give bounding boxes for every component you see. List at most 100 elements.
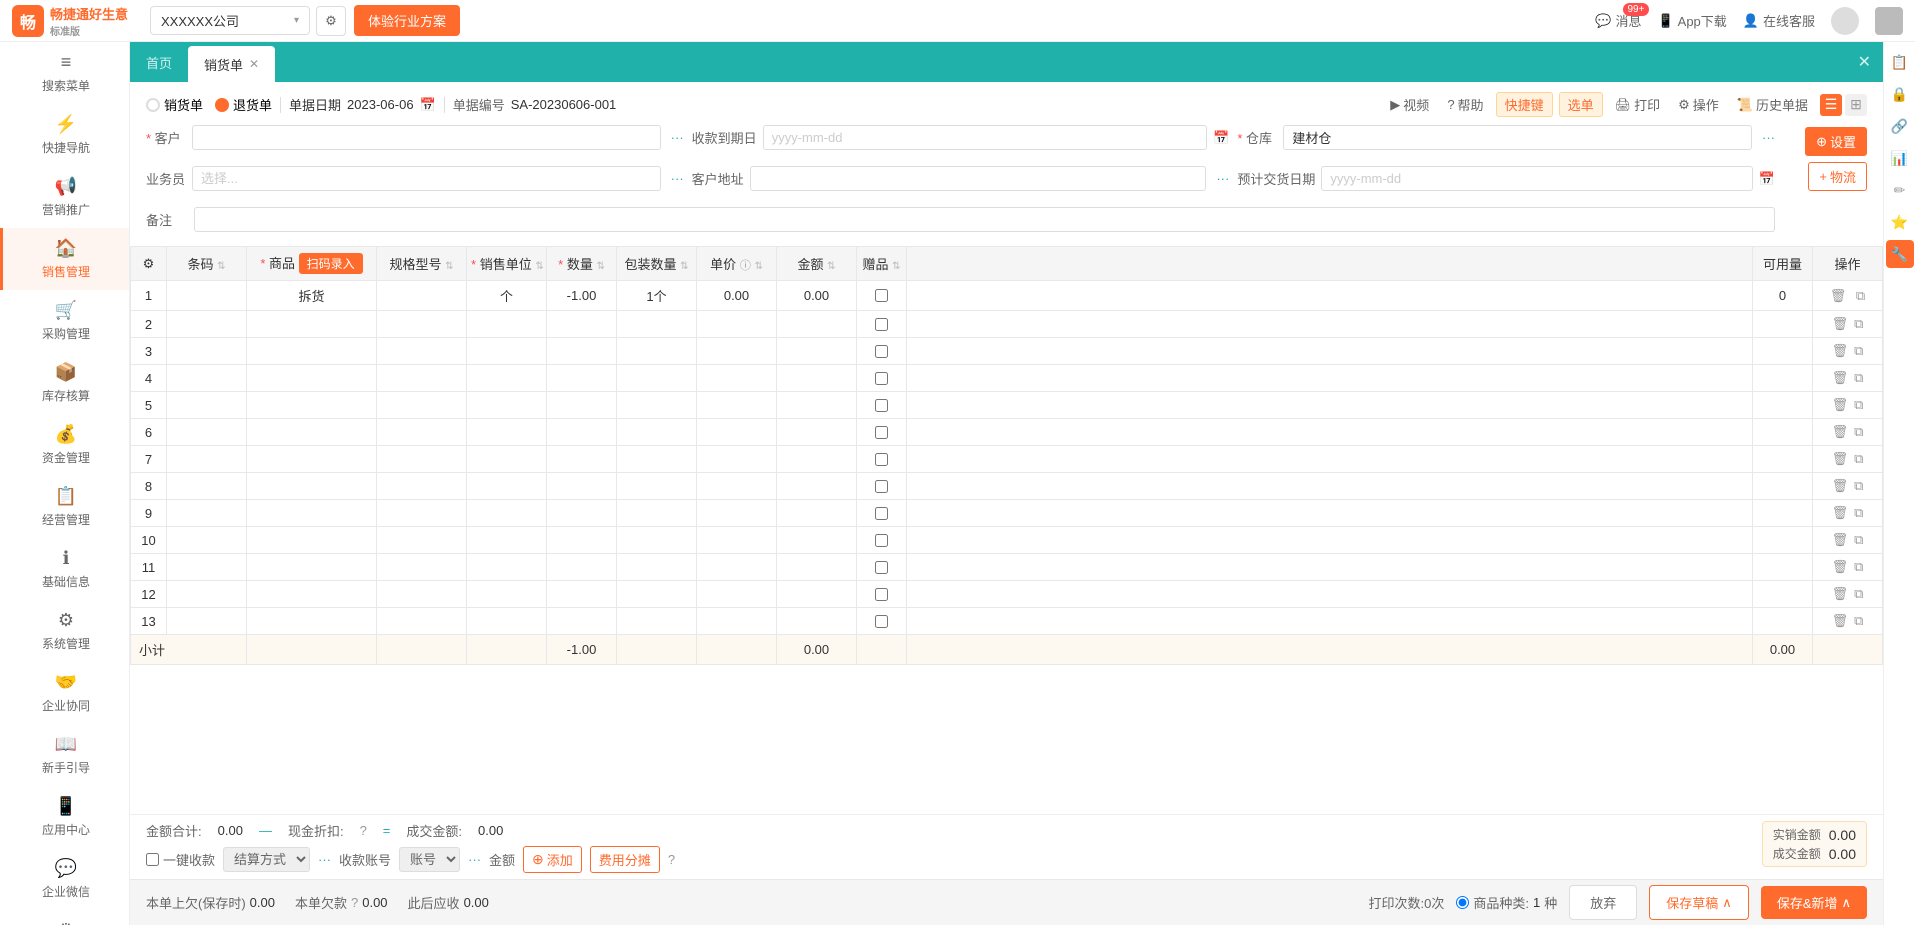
- sidebar-item-system[interactable]: ⚙ 系统管理: [0, 600, 129, 662]
- tab-home[interactable]: 首页: [130, 42, 188, 82]
- sidebar-item-finance[interactable]: 💰 资金管理: [0, 414, 129, 476]
- gift-checkbox[interactable]: [875, 534, 888, 547]
- tab-sales-order[interactable]: 销货单 ✕: [188, 46, 275, 82]
- expected-date-input[interactable]: [1321, 166, 1752, 191]
- gift-checkbox[interactable]: [875, 345, 888, 358]
- copy-icon[interactable]: ⧉: [1854, 478, 1863, 493]
- delete-icon[interactable]: 🗑: [1832, 559, 1849, 574]
- gift-checkbox[interactable]: [875, 399, 888, 412]
- sidebar-item-appstore[interactable]: 📱 应用中心: [0, 786, 129, 848]
- video-btn[interactable]: ▶ 视频: [1384, 92, 1435, 117]
- right-panel-icon-5[interactable]: ⭐: [1886, 208, 1914, 236]
- logistics-btn[interactable]: + 物流: [1808, 162, 1867, 191]
- radio-return[interactable]: 退货单: [215, 95, 272, 114]
- print-btn[interactable]: 🖨 打印: [1609, 92, 1667, 117]
- gift-checkbox[interactable]: [875, 426, 888, 439]
- copy-icon[interactable]: ⧉: [1854, 397, 1863, 412]
- one-click-pay-checkbox[interactable]: 一键收款: [146, 850, 215, 869]
- gift-checkbox[interactable]: [875, 480, 888, 493]
- account-dots[interactable]: ···: [468, 852, 481, 867]
- gift-checkbox[interactable]: [875, 615, 888, 628]
- gift-checkbox[interactable]: [875, 507, 888, 520]
- fee-split-btn[interactable]: 费用分摊: [590, 846, 660, 873]
- messages-btn[interactable]: 💬 消息 99+: [1595, 11, 1641, 30]
- sidebar-item-ops[interactable]: 📋 经营管理: [0, 476, 129, 538]
- fee-help-icon[interactable]: ?: [668, 852, 675, 867]
- settlement-dots[interactable]: ···: [318, 852, 331, 867]
- copy-icon[interactable]: ⧉: [1854, 586, 1863, 601]
- warehouse-input[interactable]: [1283, 125, 1752, 150]
- app-download-btn[interactable]: 📱 App下载: [1657, 11, 1726, 30]
- right-panel-icon-4[interactable]: ✏: [1886, 176, 1914, 204]
- save-new-button[interactable]: 保存&新增 ∧: [1761, 886, 1867, 919]
- right-panel-icon-2[interactable]: 🔗: [1886, 112, 1914, 140]
- salesperson-input[interactable]: [192, 166, 661, 191]
- grid-view-btn[interactable]: ⊞: [1845, 94, 1867, 116]
- copy-icon[interactable]: ⧉: [1854, 505, 1863, 520]
- expected-calendar-icon[interactable]: 📅: [1759, 171, 1775, 187]
- scan-btn[interactable]: 扫码录入: [299, 253, 363, 274]
- experience-button[interactable]: 体验行业方案: [354, 5, 460, 36]
- settings-btn[interactable]: ⚙: [316, 6, 346, 36]
- company-selector[interactable]: XXXXXX公司 ▾: [150, 6, 310, 35]
- copy-icon[interactable]: ⧉: [1854, 613, 1863, 628]
- right-panel-icon-1[interactable]: 🔒: [1886, 80, 1914, 108]
- right-panel-icon-0[interactable]: 📋: [1886, 48, 1914, 76]
- delete-icon[interactable]: 🗑: [1832, 586, 1849, 601]
- gift-checkbox[interactable]: [875, 289, 888, 302]
- settings-action-btn[interactable]: ⊕ 设置: [1805, 127, 1867, 156]
- copy-icon[interactable]: ⧉: [1854, 316, 1863, 331]
- tab-close-icon[interactable]: ✕: [249, 57, 259, 71]
- gift-checkbox[interactable]: [875, 561, 888, 574]
- date-calendar-icon[interactable]: 📅: [420, 97, 436, 113]
- ops-btn[interactable]: ⚙ 操作: [1672, 92, 1725, 117]
- gift-checkbox[interactable]: [875, 588, 888, 601]
- sidebar-item-purchase[interactable]: 🛒 采购管理: [0, 290, 129, 352]
- sidebar-item-quicknav[interactable]: ⚡ 快捷导航: [0, 104, 129, 166]
- sidebar-item-inventory[interactable]: 📦 库存核算: [0, 352, 129, 414]
- payment-due-input[interactable]: [763, 125, 1207, 150]
- abandon-button[interactable]: 放弃: [1569, 885, 1637, 920]
- barcode-input[interactable]: [171, 288, 242, 303]
- sidebar-item-sales[interactable]: 🏠 销售管理: [0, 228, 129, 290]
- price-info-icon[interactable]: ⓘ: [740, 260, 751, 272]
- shortcut-btn[interactable]: 快捷键: [1496, 92, 1553, 117]
- bill-debit-info[interactable]: ?: [351, 895, 358, 910]
- copy-icon[interactable]: ⧉: [1854, 451, 1863, 466]
- delete-icon[interactable]: 🗑: [1832, 424, 1849, 439]
- salesperson-dots-icon[interactable]: ···: [671, 171, 684, 186]
- sidebar-item-collab[interactable]: 🤝 企业协同: [0, 662, 129, 724]
- right-panel-icon-6[interactable]: 🔧: [1886, 240, 1914, 268]
- settlement-method-select[interactable]: 结算方式: [223, 847, 310, 872]
- cash-discount-info[interactable]: ?: [360, 823, 367, 838]
- list-view-btn[interactable]: ☰: [1820, 94, 1842, 116]
- delete-icon[interactable]: 🗑: [1832, 397, 1849, 412]
- gift-checkbox[interactable]: [875, 372, 888, 385]
- radio-sales[interactable]: 销货单: [146, 95, 203, 114]
- tab-close-all-icon[interactable]: ✕: [1858, 52, 1871, 72]
- sidebar-item-guide[interactable]: 📖 新手引导: [0, 724, 129, 786]
- copy-icon[interactable]: ⧉: [1854, 343, 1863, 358]
- warehouse-dots-icon[interactable]: ···: [1762, 130, 1775, 145]
- delete-icon[interactable]: 🗑: [1832, 505, 1849, 520]
- user-avatar2[interactable]: [1875, 7, 1903, 35]
- delete-icon[interactable]: 🗑: [1832, 451, 1849, 466]
- delete-icon[interactable]: 🗑: [1832, 343, 1849, 358]
- customer-addr-input[interactable]: [750, 166, 1207, 191]
- copy-icon[interactable]: ⧉: [1856, 288, 1865, 303]
- gift-checkbox[interactable]: [875, 453, 888, 466]
- customer-dots-icon[interactable]: ···: [671, 130, 684, 145]
- one-click-pay-input[interactable]: [146, 853, 159, 866]
- copy-icon[interactable]: ⧉: [1854, 424, 1863, 439]
- copy-icon[interactable]: ⧉: [1854, 532, 1863, 547]
- row-barcode[interactable]: [167, 281, 247, 311]
- delete-icon[interactable]: 🗑: [1832, 370, 1849, 385]
- add-payment-btn[interactable]: ⊕ 添加: [523, 846, 582, 873]
- gift-checkbox[interactable]: [875, 318, 888, 331]
- select-btn[interactable]: 选单: [1559, 92, 1603, 117]
- sidebar-item-basics[interactable]: ℹ 基础信息: [0, 538, 129, 600]
- delete-icon[interactable]: 🗑: [1832, 316, 1849, 331]
- copy-icon[interactable]: ⧉: [1854, 370, 1863, 385]
- row-spec[interactable]: [377, 281, 467, 311]
- goods-type-radio[interactable]: [1456, 896, 1469, 909]
